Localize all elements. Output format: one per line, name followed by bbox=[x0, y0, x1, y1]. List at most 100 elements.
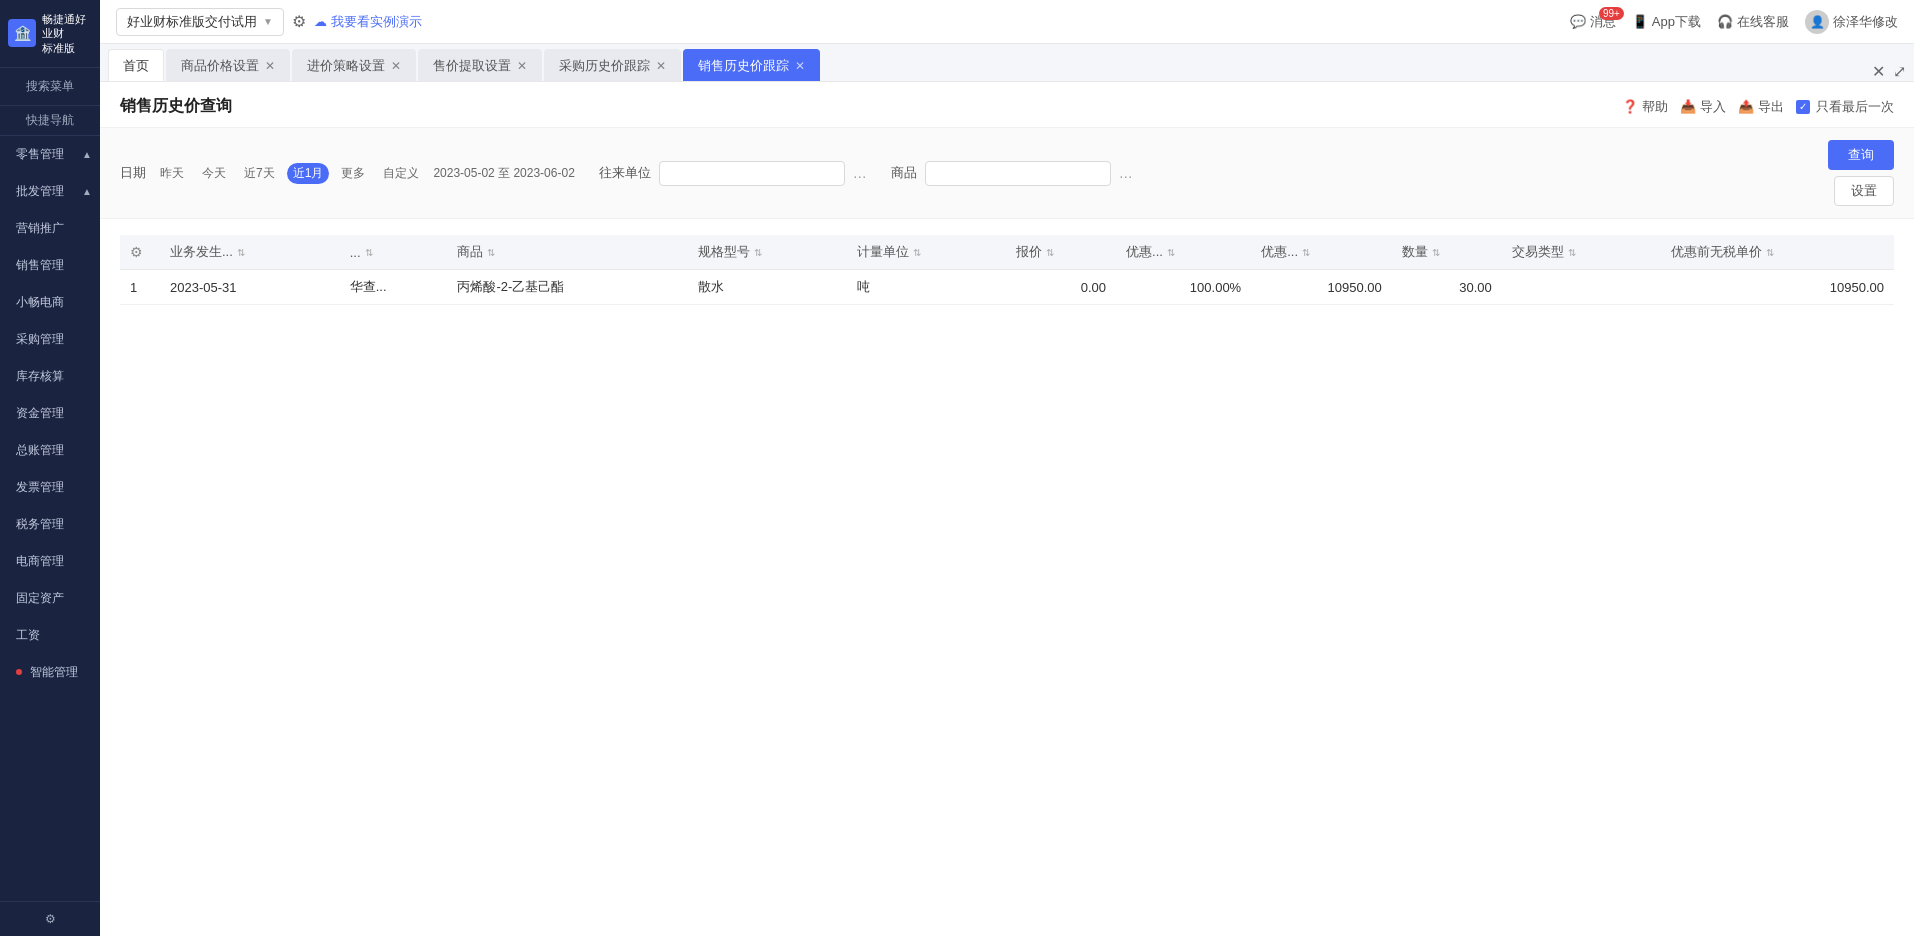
sidebar-item-ledger[interactable]: 总账管理 bbox=[0, 432, 100, 469]
supplier-filter-group: 往来单位 … bbox=[599, 161, 867, 186]
wholesale-arrow: ▲ bbox=[82, 186, 92, 197]
cell-trade-type bbox=[1502, 270, 1661, 305]
sidebar-search[interactable]: 搜索菜单 bbox=[0, 68, 100, 106]
sidebar-item-retail[interactable]: 零售管理 ▲ bbox=[0, 136, 100, 173]
customer-service-action[interactable]: 🎧 在线客服 bbox=[1717, 13, 1789, 31]
sidebar-item-wholesale[interactable]: 批发管理 ▲ bbox=[0, 173, 100, 210]
demo-link[interactable]: ☁ 我要看实例演示 bbox=[314, 13, 422, 31]
tab-close-btn[interactable]: ✕ bbox=[1872, 62, 1885, 81]
date-range-text: 2023-05-02 至 2023-06-02 bbox=[433, 165, 574, 182]
table-row: 1 2023-05-31 华查... 丙烯酸-2-乙基己酯 散水 吨 0.00 … bbox=[120, 270, 1894, 305]
sort-spec-icon: ⇅ bbox=[754, 247, 762, 258]
sidebar-item-salary[interactable]: 工资 bbox=[0, 617, 100, 654]
sort-date-icon: ⇅ bbox=[237, 247, 245, 258]
sort-qty-icon: ⇅ bbox=[1432, 247, 1440, 258]
cell-discount1: 100.00% bbox=[1116, 270, 1251, 305]
supplier-dots[interactable]: … bbox=[853, 165, 867, 181]
cell-spec: 散水 bbox=[688, 270, 847, 305]
tab-product-price[interactable]: 商品价格设置 ✕ bbox=[166, 49, 290, 81]
tab-purchase-history-close[interactable]: ✕ bbox=[656, 59, 666, 73]
download-icon: 📱 bbox=[1632, 14, 1648, 29]
only-last-toggle[interactable]: ✓ 只看最后一次 bbox=[1796, 98, 1894, 116]
help-icon: ❓ bbox=[1622, 99, 1638, 114]
product-name: 好业财标准版交付试用 bbox=[127, 13, 257, 31]
product-label: 商品 bbox=[891, 164, 917, 182]
th-trade-type[interactable]: 交易类型 ⇅ bbox=[1502, 235, 1661, 270]
tab-price-extract-close[interactable]: ✕ bbox=[517, 59, 527, 73]
th-discount1[interactable]: 优惠... ⇅ bbox=[1116, 235, 1251, 270]
tab-bar-actions: ✕ ⤢ bbox=[1872, 62, 1906, 81]
export-action[interactable]: 📤 导出 bbox=[1738, 98, 1784, 116]
cell-discount2: 10950.00 bbox=[1251, 270, 1392, 305]
sidebar-settings[interactable]: ⚙ bbox=[0, 901, 100, 936]
tab-bar: 首页 商品价格设置 ✕ 进价策略设置 ✕ 售价提取设置 ✕ 采购历史价跟踪 ✕ … bbox=[100, 44, 1914, 82]
sidebar-item-invoice[interactable]: 发票管理 bbox=[0, 469, 100, 506]
logo-icon: 🏦 bbox=[8, 19, 36, 47]
tab-purchase-history[interactable]: 采购历史价跟踪 ✕ bbox=[544, 49, 681, 81]
message-action[interactable]: 💬 消息 99+ bbox=[1570, 13, 1616, 31]
date-option-more[interactable]: 更多 bbox=[335, 163, 371, 184]
filter-bar: 日期 昨天 今天 近7天 近1月 更多 自定义 2023-05-02 至 202… bbox=[100, 128, 1914, 219]
th-pretax-price[interactable]: 优惠前无税单价 ⇅ bbox=[1661, 235, 1894, 270]
sort-more-icon: ⇅ bbox=[365, 247, 373, 258]
query-button[interactable]: 查询 bbox=[1828, 140, 1894, 170]
supplier-input[interactable] bbox=[659, 161, 845, 186]
export-icon: 📤 bbox=[1738, 99, 1754, 114]
import-action[interactable]: 📥 导入 bbox=[1680, 98, 1726, 116]
tab-home[interactable]: 首页 bbox=[108, 49, 164, 81]
th-date[interactable]: 业务发生... ⇅ bbox=[160, 235, 340, 270]
tab-sales-history-close[interactable]: ✕ bbox=[795, 59, 805, 73]
date-option-custom[interactable]: 自定义 bbox=[377, 163, 425, 184]
data-table: ⚙ 业务发生... ⇅ ... ⇅ bbox=[120, 235, 1894, 305]
date-option-today[interactable]: 今天 bbox=[196, 163, 232, 184]
th-quoted-price[interactable]: 报价 ⇅ bbox=[1006, 235, 1116, 270]
th-gear[interactable]: ⚙ bbox=[120, 235, 160, 270]
tab-sales-history[interactable]: 销售历史价跟踪 ✕ bbox=[683, 49, 820, 81]
tab-expand-btn[interactable]: ⤢ bbox=[1893, 62, 1906, 81]
tab-purchase-strategy-close[interactable]: ✕ bbox=[391, 59, 401, 73]
page-content: 销售历史价查询 ❓ 帮助 📥 导入 📤 导出 ✓ 只看最后一次 bbox=[100, 82, 1914, 936]
sidebar-item-sales[interactable]: 销售管理 bbox=[0, 247, 100, 284]
help-action[interactable]: ❓ 帮助 bbox=[1622, 98, 1668, 116]
tab-product-price-close[interactable]: ✕ bbox=[265, 59, 275, 73]
sidebar-item-ecommerce[interactable]: 电商管理 bbox=[0, 543, 100, 580]
settings-button[interactable]: 设置 bbox=[1834, 176, 1894, 206]
only-last-checkbox[interactable]: ✓ bbox=[1796, 100, 1810, 114]
sort-product-icon: ⇅ bbox=[487, 247, 495, 258]
sidebar-item-purchase[interactable]: 采购管理 bbox=[0, 321, 100, 358]
th-unit[interactable]: 计量单位 ⇅ bbox=[847, 235, 1006, 270]
product-selector[interactable]: 好业财标准版交付试用 ▼ bbox=[116, 8, 284, 36]
tab-price-extract[interactable]: 售价提取设置 ✕ bbox=[418, 49, 542, 81]
sidebar-item-inventory[interactable]: 库存核算 bbox=[0, 358, 100, 395]
th-more[interactable]: ... ⇅ bbox=[340, 235, 448, 270]
date-option-1month[interactable]: 近1月 bbox=[287, 163, 330, 184]
product-input[interactable] bbox=[925, 161, 1111, 186]
sidebar-nav[interactable]: 快捷导航 bbox=[0, 106, 100, 136]
sort-trade-icon: ⇅ bbox=[1568, 247, 1576, 258]
topbar-gear-icon[interactable]: ⚙ bbox=[292, 12, 306, 31]
sidebar-item-finance[interactable]: 资金管理 bbox=[0, 395, 100, 432]
message-icon: 💬 bbox=[1570, 14, 1586, 29]
tab-purchase-strategy[interactable]: 进价策略设置 ✕ bbox=[292, 49, 416, 81]
product-dropdown-arrow: ▼ bbox=[263, 16, 273, 27]
cell-more: 华查... bbox=[340, 270, 448, 305]
date-options: 昨天 今天 近7天 近1月 更多 自定义 bbox=[154, 163, 425, 184]
user-profile[interactable]: 👤 徐泽华修改 bbox=[1805, 10, 1898, 34]
sidebar-item-fixed-assets[interactable]: 固定资产 bbox=[0, 580, 100, 617]
sidebar-item-marketing[interactable]: 营销推广 bbox=[0, 210, 100, 247]
date-option-yesterday[interactable]: 昨天 bbox=[154, 163, 190, 184]
message-badge: 99+ bbox=[1599, 7, 1624, 20]
app-download-action[interactable]: 📱 App下载 bbox=[1632, 13, 1701, 31]
sidebar-item-ai[interactable]: 智能管理 bbox=[0, 654, 100, 691]
sidebar-item-ecommerce-small[interactable]: 小畅电商 bbox=[0, 284, 100, 321]
page-header: 销售历史价查询 ❓ 帮助 📥 导入 📤 导出 ✓ 只看最后一次 bbox=[100, 82, 1914, 128]
th-product[interactable]: 商品 ⇅ bbox=[447, 235, 687, 270]
th-spec[interactable]: 规格型号 ⇅ bbox=[688, 235, 847, 270]
product-dots[interactable]: … bbox=[1119, 165, 1133, 181]
sidebar-item-tax[interactable]: 税务管理 bbox=[0, 506, 100, 543]
th-quantity[interactable]: 数量 ⇅ bbox=[1392, 235, 1502, 270]
cloud-icon: ☁ bbox=[314, 14, 327, 29]
date-option-7days[interactable]: 近7天 bbox=[238, 163, 281, 184]
headset-icon: 🎧 bbox=[1717, 14, 1733, 29]
th-discount2[interactable]: 优惠... ⇅ bbox=[1251, 235, 1392, 270]
